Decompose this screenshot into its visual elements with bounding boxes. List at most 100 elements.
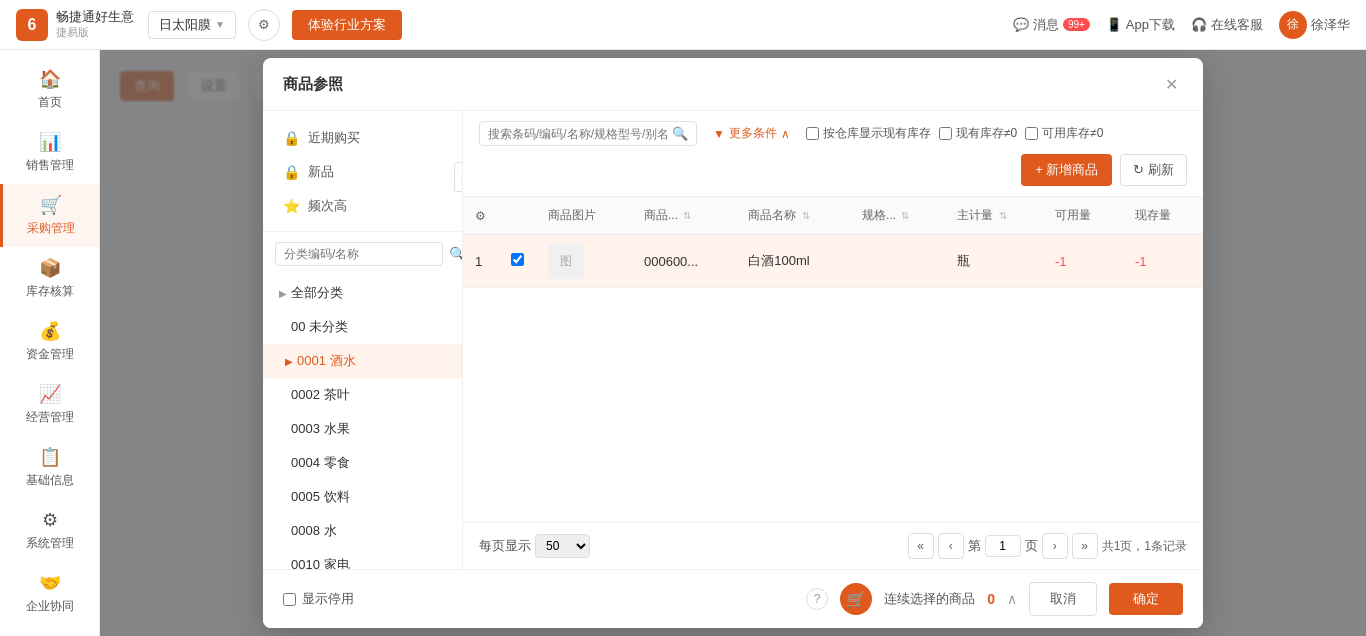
category-0001[interactable]: ▶ 0001 酒水 [263, 344, 462, 378]
business-icon: 📈 [39, 383, 61, 405]
per-page-selector: 每页显示 50 20 100 [479, 534, 590, 558]
th-unit[interactable]: 主计量 ⇅ [945, 197, 1043, 235]
product-search-icon[interactable]: 🔍 [672, 126, 688, 141]
table-row[interactable]: 1 图 000600... 白酒100ml [463, 235, 1203, 288]
page-total-info: 共1页，1条记录 [1102, 538, 1187, 555]
modal-header: 商品参照 ✕ [263, 58, 1203, 111]
online-service-button[interactable]: 🎧 在线客服 [1191, 16, 1263, 34]
store-selector[interactable]: 日太阳膜 ▼ [148, 11, 236, 39]
product-search-input[interactable] [488, 127, 668, 141]
category-00[interactable]: 00 未分类 [263, 310, 462, 344]
next-page-button[interactable]: › [1042, 533, 1068, 559]
content-area: 查询 设置 ↻ 刷新 商品参照 ✕ 🔒 [100, 50, 1366, 636]
th-checkbox [499, 197, 536, 235]
first-page-button[interactable]: « [908, 533, 934, 559]
more-filter-button[interactable]: ▼ 更多条件 ∧ [705, 121, 798, 146]
available-stock-filter[interactable]: 现有库存≠0 [939, 125, 1017, 142]
category-search-input[interactable] [275, 242, 443, 266]
left-panel: 🔒 近期购买 🔒 新品 ⭐ 频次高 ❮ [263, 111, 463, 569]
cell-name: 白酒100ml [736, 235, 850, 288]
message-button[interactable]: 💬 消息 99+ [1013, 16, 1090, 34]
cart-count-badge: 0 [987, 591, 995, 607]
pagination: 每页显示 50 20 100 « ‹ 第 [463, 522, 1203, 569]
cell-code: 000600... [632, 235, 736, 288]
sidebar-item-guide[interactable]: 🎯 新手引导 [0, 625, 99, 636]
logo-area: 6 畅捷通好生意 捷易版 [16, 9, 136, 41]
category-0010[interactable]: 0010 家电 [263, 548, 462, 569]
sidebar-item-finance[interactable]: 💰 资金管理 [0, 310, 99, 373]
th-name[interactable]: 商品名称 ⇅ [736, 197, 850, 235]
sort-spec-icon: ⇅ [901, 210, 909, 221]
top-nav: 6 畅捷通好生意 捷易版 日太阳膜 ▼ ⚙ 体验行业方案 💬 消息 99+ 📱 … [0, 0, 1366, 50]
page-number-input[interactable] [985, 535, 1021, 557]
modal-close-button[interactable]: ✕ [1159, 72, 1183, 96]
warehouse-stock-filter[interactable]: 按仓库显示现有库存 [806, 125, 931, 142]
show-disabled-toggle[interactable]: 显示停用 [283, 590, 354, 608]
purchase-icon: 🛒 [40, 194, 62, 216]
nav-right: 💬 消息 99+ 📱 App下载 🎧 在线客服 徐 徐泽华 [1013, 11, 1350, 39]
right-panel: 🔍 ▼ 更多条件 ∧ 按仓库显示现有库存 [463, 111, 1203, 569]
last-page-button[interactable]: » [1072, 533, 1098, 559]
cell-unit: 瓶 [945, 235, 1043, 288]
product-search-box: 🔍 [479, 121, 697, 146]
inventory-icon: 📦 [39, 257, 61, 279]
panel-collapse-button[interactable]: ❮ [454, 162, 463, 192]
modal-footer: 显示停用 ? 🛒 连续选择的商品 0 ∧ 取消 确定 [263, 569, 1203, 628]
cancel-button[interactable]: 取消 [1029, 582, 1097, 616]
footer-collapse-button[interactable]: ∧ [1007, 591, 1017, 607]
message-badge: 99+ [1063, 18, 1090, 31]
user-menu[interactable]: 徐 徐泽华 [1279, 11, 1350, 39]
sort-unit-icon: ⇅ [999, 210, 1007, 221]
th-code[interactable]: 商品... ⇅ [632, 197, 736, 235]
app-download-button[interactable]: 📱 App下载 [1106, 16, 1175, 34]
per-page-select-input[interactable]: 50 20 100 [535, 534, 590, 558]
quick-link-recent[interactable]: 🔒 近期购买 [275, 123, 450, 153]
category-0003[interactable]: 0003 水果 [263, 412, 462, 446]
quick-links: 🔒 近期购买 🔒 新品 ⭐ 频次高 ❮ [263, 123, 462, 232]
system-icon: ⚙ [42, 509, 58, 531]
trial-button[interactable]: 体验行业方案 [292, 10, 402, 40]
sidebar-item-home[interactable]: 🏠 首页 [0, 58, 99, 121]
help-button[interactable]: ? [806, 588, 828, 610]
sidebar-item-purchase[interactable]: 🛒 采购管理 [0, 184, 99, 247]
sidebar-item-business[interactable]: 📈 经营管理 [0, 373, 99, 436]
star-icon: ⭐ [283, 198, 300, 214]
usable-stock-filter[interactable]: 可用库存≠0 [1025, 125, 1103, 142]
add-product-button[interactable]: + 新增商品 [1021, 154, 1112, 186]
category-0005[interactable]: 0005 饮料 [263, 480, 462, 514]
category-search-area: 🔍 [263, 232, 462, 276]
show-disabled-checkbox[interactable] [283, 593, 296, 606]
warehouse-stock-checkbox[interactable] [806, 127, 819, 140]
usable-stock-checkbox[interactable] [1025, 127, 1038, 140]
th-spec[interactable]: 规格... ⇅ [850, 197, 945, 235]
cell-checkbox[interactable] [499, 235, 536, 288]
logo-text: 畅捷通好生意 [56, 9, 134, 25]
prev-page-button[interactable]: ‹ [938, 533, 964, 559]
cart-icon-button[interactable]: 🛒 [840, 583, 872, 615]
confirm-button[interactable]: 确定 [1109, 583, 1183, 615]
sidebar-item-system[interactable]: ⚙ 系统管理 [0, 499, 99, 562]
cell-available: -1 [1043, 235, 1123, 288]
table-header-row: ⚙ 商品图片 商品... ⇅ [463, 197, 1203, 235]
footer-right: ? 🛒 连续选择的商品 0 ∧ 取消 确定 [806, 582, 1183, 616]
category-search-icon[interactable]: 🔍 [449, 246, 463, 262]
sidebar-item-enterprise[interactable]: 🤝 企业协同 [0, 562, 99, 625]
refresh-button[interactable]: ↻ 刷新 [1120, 154, 1187, 186]
sidebar-item-inventory[interactable]: 📦 库存核算 [0, 247, 99, 310]
cell-stock: -1 [1123, 235, 1203, 288]
quick-link-frequent[interactable]: ⭐ 频次高 [275, 191, 450, 221]
modal-body: 🔒 近期购买 🔒 新品 ⭐ 频次高 ❮ [263, 111, 1203, 569]
category-0008[interactable]: 0008 水 [263, 514, 462, 548]
lock-icon-2: 🔒 [283, 164, 300, 180]
enterprise-icon: 🤝 [39, 572, 61, 594]
category-0004[interactable]: 0004 零食 [263, 446, 462, 480]
available-stock-checkbox[interactable] [939, 127, 952, 140]
toolbar-right: + 新增商品 ↻ 刷新 [1021, 154, 1187, 186]
sidebar-item-basic[interactable]: 📋 基础信息 [0, 436, 99, 499]
category-all[interactable]: ▶ 全部分类 [263, 276, 462, 310]
settings-icon[interactable]: ⚙ [248, 9, 280, 41]
category-0002[interactable]: 0002 茶叶 [263, 378, 462, 412]
th-settings[interactable]: ⚙ [463, 197, 499, 235]
sidebar-item-sales[interactable]: 📊 销售管理 [0, 121, 99, 184]
quick-link-new[interactable]: 🔒 新品 [275, 157, 450, 187]
